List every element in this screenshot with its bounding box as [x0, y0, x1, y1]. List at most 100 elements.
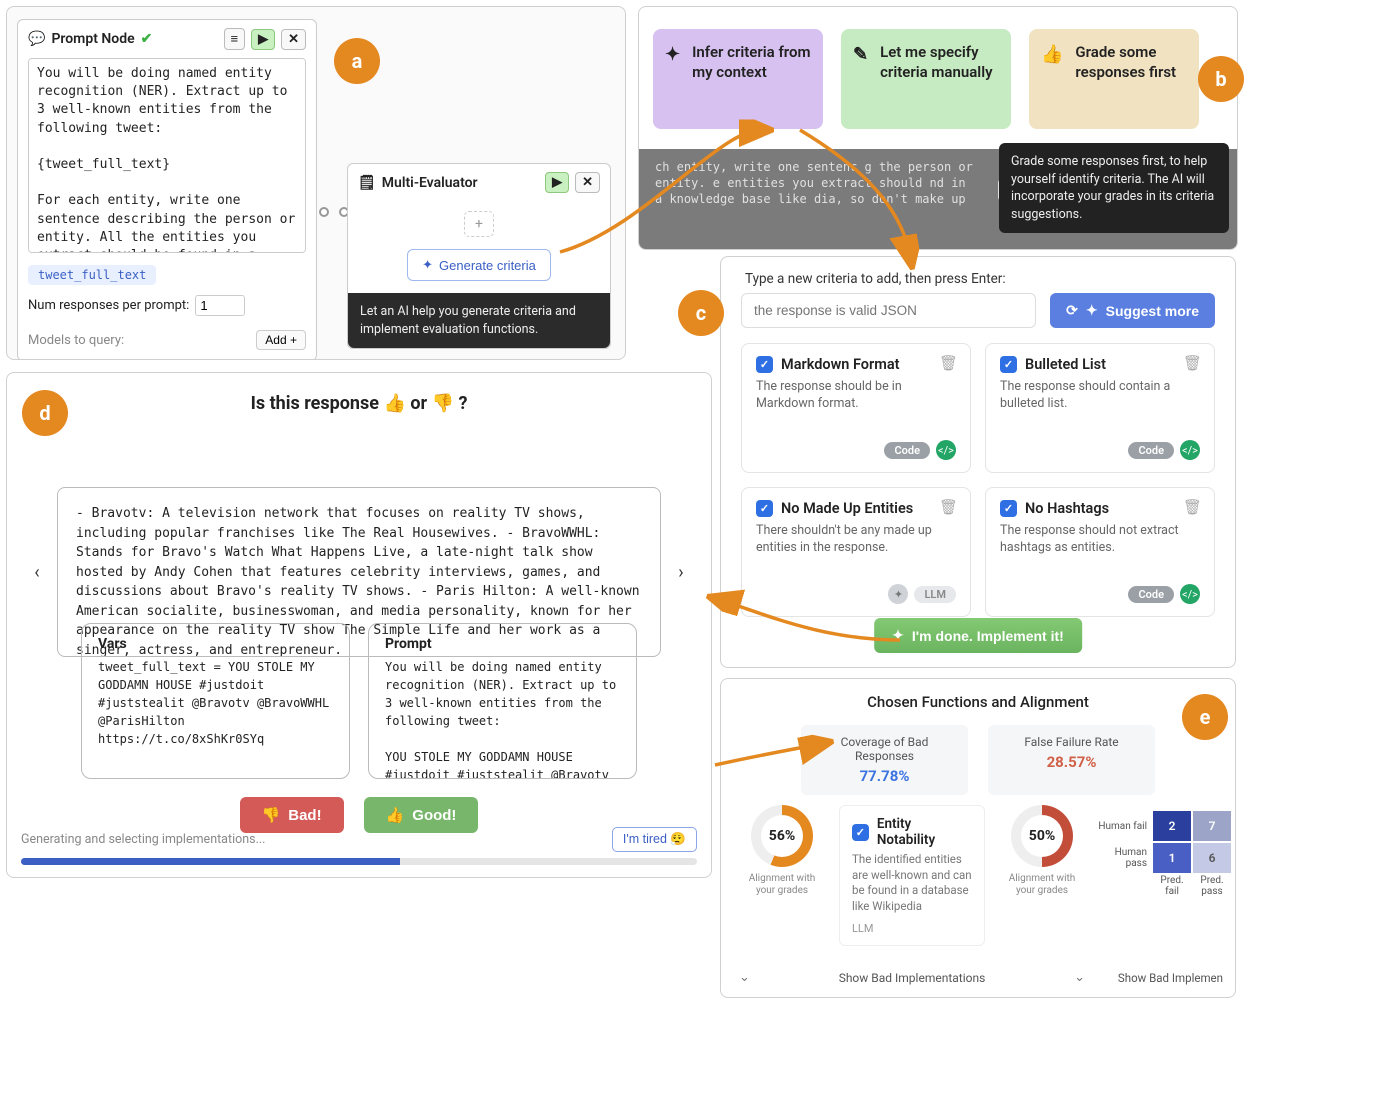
badge-c: c	[678, 290, 724, 336]
criteria-card-no-made-up: 🗑 ✓ No Made Up Entities There shouldn't b…	[741, 487, 971, 617]
criteria-mode-pill[interactable]: Code	[884, 442, 930, 459]
criteria-mode-pill[interactable]: Code	[1128, 442, 1174, 459]
run-evaluator-button[interactable]: ▶	[545, 172, 569, 193]
badge-d: d	[22, 390, 68, 436]
donut-label: Alignment with your grades	[739, 873, 825, 897]
im-tired-button[interactable]: I'm tired 😮‍💨	[612, 827, 697, 852]
criteria-desc: There shouldn't be any made up entities …	[756, 523, 956, 557]
false-failure-stat: False Failure Rate 28.57%	[988, 725, 1155, 795]
code-toggle-icon[interactable]: </>	[936, 440, 956, 460]
generate-criteria-tooltip: Let an AI help you generate criteria and…	[348, 293, 610, 348]
false-failure-label: False Failure Rate	[1000, 735, 1143, 749]
criteria-mode-pill[interactable]: Code	[1128, 586, 1174, 603]
criteria-desc: The response should be in Markdown forma…	[756, 379, 956, 413]
close-button[interactable]: ✕	[281, 29, 306, 50]
node-output-port[interactable]	[319, 207, 329, 217]
variable-chip[interactable]: tweet_full_text	[28, 265, 156, 285]
donut-chart-icon: 50%	[1011, 805, 1073, 867]
vars-title: Vars	[98, 636, 333, 652]
manual-criteria-label: Let me specify criteria manually	[880, 43, 999, 115]
prompt-node-card: 💬 Prompt Node ✔ ≡ ▶ ✕ tweet_full_text Nu…	[17, 19, 317, 360]
menu-icon[interactable]: ≡	[224, 28, 246, 50]
delete-icon[interactable]: 🗑	[1183, 354, 1202, 372]
notability-mode: LLM	[852, 922, 972, 935]
generate-criteria-label: Generate criteria	[439, 258, 536, 273]
progress-fill	[21, 858, 400, 865]
coverage-value: 77.78%	[813, 767, 956, 785]
delete-icon[interactable]: 🗑	[1183, 498, 1202, 516]
prompt-textarea[interactable]	[28, 58, 306, 253]
suggest-more-button[interactable]: ⟳ ✦ Suggest more	[1050, 293, 1215, 328]
badge-a: a	[334, 38, 380, 84]
sparkle-icon: ✦	[1086, 302, 1098, 319]
delete-icon[interactable]: 🗑	[939, 498, 958, 516]
grading-title: Is this response 👍 or 👎 ?	[7, 393, 711, 414]
badge-e: e	[1182, 694, 1228, 740]
cm-col-label: Pred. fail	[1153, 875, 1191, 897]
add-model-button[interactable]: Add +	[256, 330, 306, 350]
panel-e-alignment: Chosen Functions and Alignment Coverage …	[720, 678, 1236, 998]
code-toggle-icon[interactable]: </>	[1180, 440, 1200, 460]
run-button[interactable]: ▶	[251, 29, 275, 50]
donut-pct: 56%	[751, 805, 813, 867]
checkbox-icon[interactable]: ✓	[1000, 500, 1017, 517]
criteria-desc: The response should contain a bulleted l…	[1000, 379, 1200, 413]
cm-cell: 2	[1153, 811, 1191, 841]
infer-criteria-card[interactable]: ✦ Infer criteria from my context	[653, 29, 823, 129]
notability-desc: The identified entities are well-known a…	[852, 852, 972, 914]
criteria-card-no-hashtags: 🗑 ✓No Hashtags The response should not e…	[985, 487, 1215, 617]
thumbs-up-icon: 👍	[1041, 43, 1063, 115]
checkbox-icon[interactable]: ✓	[756, 356, 773, 373]
panel-b-suggestion-modes: ✦ Infer criteria from my context ✎ Let m…	[638, 6, 1238, 250]
infer-criteria-label: Infer criteria from my context	[692, 43, 811, 115]
panel-c-criteria-editor: Type a new criteria to add, then press E…	[720, 256, 1236, 668]
implement-button[interactable]: ✦ I'm done. Implement it!	[874, 618, 1082, 653]
checkbox-icon[interactable]: ✓	[1000, 356, 1017, 373]
sparkle-icon: ✦	[892, 627, 904, 644]
manual-criteria-card[interactable]: ✎ Let me specify criteria manually	[841, 29, 1011, 129]
checkbox-icon[interactable]: ✓	[756, 500, 773, 517]
prompt-text: You will be doing named entity recogniti…	[385, 658, 620, 779]
cm-row-label: Human pass	[1091, 847, 1151, 869]
entity-notability-card: ✓Entity Notability The identified entiti…	[839, 805, 985, 946]
coverage-stat: Coverage of Bad Responses 77.78%	[801, 725, 968, 795]
criteria-card-bulleted: 🗑 ✓Bulleted List The response should con…	[985, 343, 1215, 473]
criteria-input[interactable]	[741, 293, 1036, 328]
criteria-mode-pill[interactable]: LLM	[914, 586, 956, 603]
multi-evaluator-card: 🗒 Multi-Evaluator ▶ ✕ + ✦ Generate crite…	[347, 163, 611, 349]
delete-icon[interactable]: 🗑	[939, 354, 958, 372]
vars-text: tweet_full_text = YOU STOLE MY GODDAMN H…	[98, 658, 333, 748]
cm-cell: 7	[1193, 811, 1231, 841]
multi-evaluator-title: Multi-Evaluator	[382, 175, 478, 191]
num-responses-input[interactable]	[195, 295, 245, 316]
cm-row-label: Human fail	[1091, 821, 1151, 832]
alignment-donut-right: 50% Alignment with your grades	[999, 805, 1085, 946]
prompt-box: Prompt You will be doing named entity re…	[368, 623, 637, 779]
show-bad-truncated[interactable]: Show Bad Implemen	[1118, 971, 1223, 985]
close-evaluator-button[interactable]: ✕	[575, 172, 600, 193]
checkbox-icon[interactable]: ✓	[852, 824, 869, 841]
show-bad-link[interactable]: Show Bad Implementations	[839, 971, 986, 985]
num-responses-label: Num responses per prompt:	[28, 298, 189, 313]
add-criteria-placeholder[interactable]: +	[464, 211, 494, 237]
status-text: Generating and selecting implementations…	[21, 832, 265, 847]
code-toggle-icon[interactable]: </>	[1180, 584, 1200, 604]
prompt-node-title: Prompt Node	[51, 31, 134, 47]
sparkle-toggle-icon[interactable]: ✦	[888, 584, 908, 604]
donut-label: Alignment with your grades	[999, 873, 1085, 897]
chevron-down-icon[interactable]: ⌄	[739, 970, 750, 985]
criteria-card-markdown: 🗑 ✓Markdown Format The response should b…	[741, 343, 971, 473]
criteria-title: No Made Up Entities	[781, 500, 913, 517]
chevron-down-icon[interactable]: ⌄	[1074, 970, 1085, 985]
prev-response-button[interactable]: ‹	[27, 562, 47, 583]
grade-first-label: Grade some responses first	[1075, 43, 1187, 115]
criteria-desc: The response should not extract hashtags…	[1000, 523, 1200, 557]
pencil-icon: ✎	[853, 43, 868, 115]
thumbs-down-icon: 👎	[432, 393, 454, 414]
generate-criteria-button[interactable]: ✦ Generate criteria	[407, 249, 551, 281]
next-response-button[interactable]: ›	[671, 562, 691, 583]
vars-box: Vars tweet_full_text = YOU STOLE MY GODD…	[81, 623, 350, 779]
grade-first-card[interactable]: 👍 Grade some responses first	[1029, 29, 1199, 129]
panel-d-grading: Is this response 👍 or 👎 ? ‹ - Bravotv: A…	[6, 372, 712, 878]
prompt-title: Prompt	[385, 636, 620, 652]
